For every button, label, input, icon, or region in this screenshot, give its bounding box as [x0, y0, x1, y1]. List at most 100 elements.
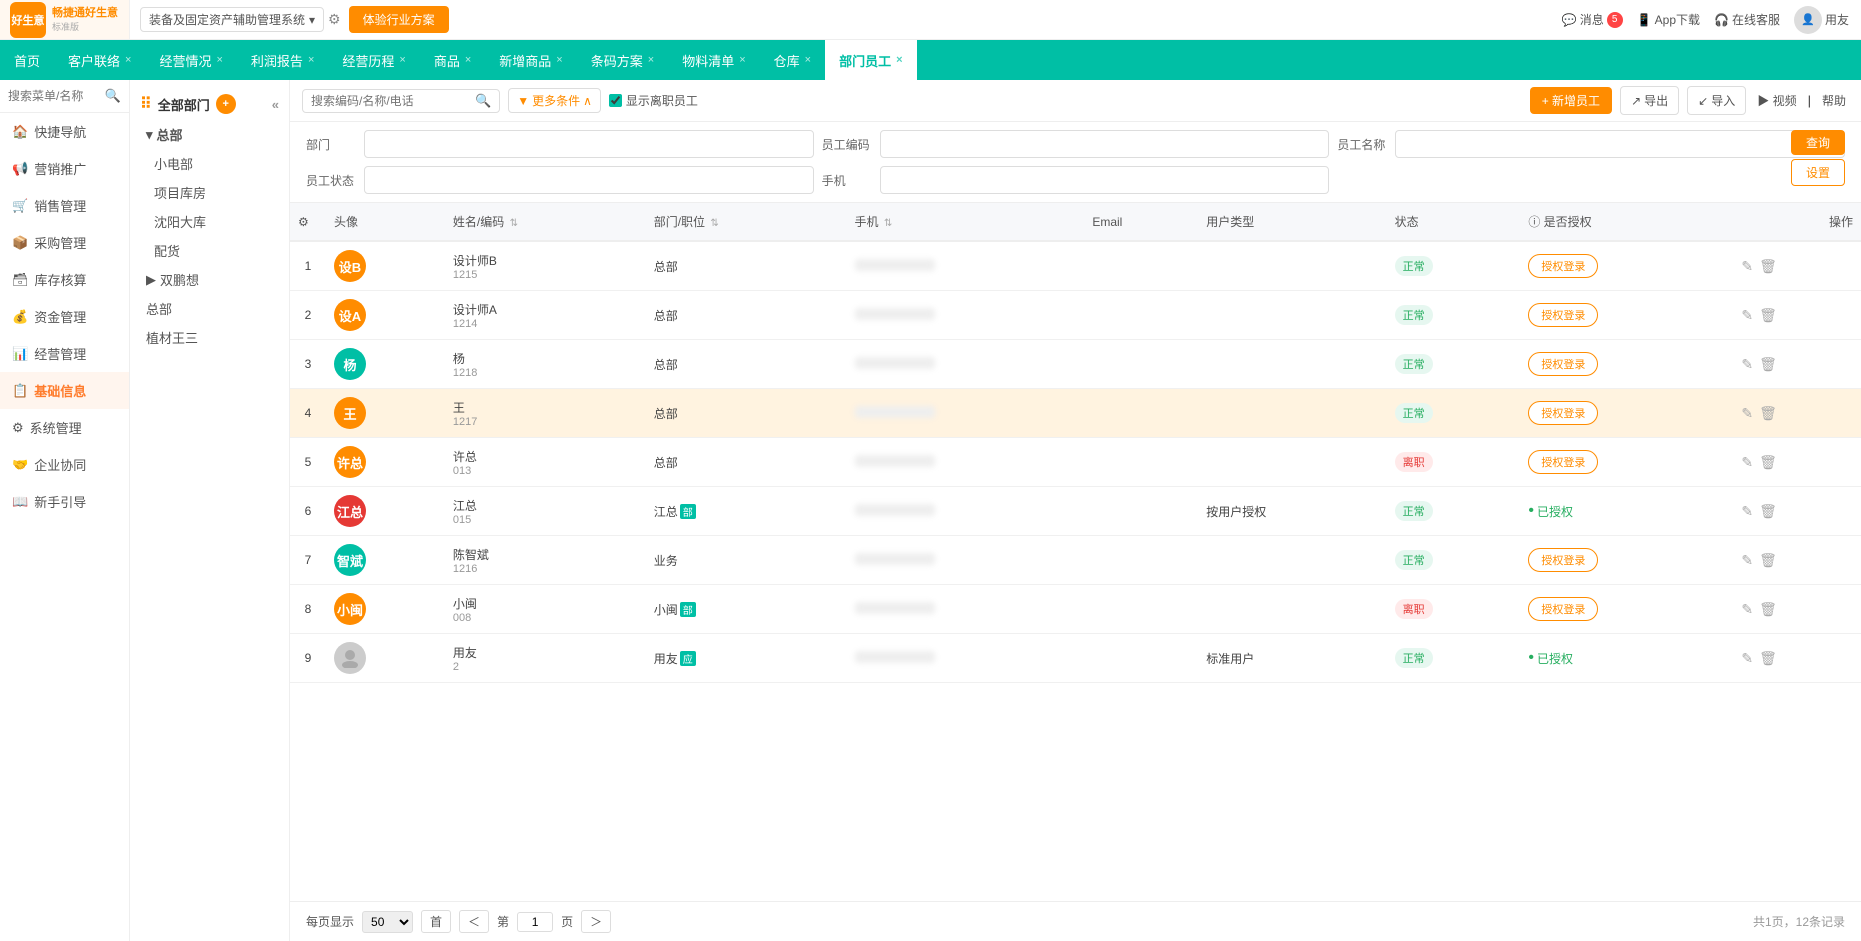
- user-avatar-area[interactable]: 👤 用友: [1794, 6, 1849, 34]
- set-button[interactable]: 设置: [1791, 159, 1845, 186]
- tab-customer[interactable]: 客户联络 ×: [54, 40, 145, 80]
- messages-button[interactable]: 💬 消息 5: [1562, 11, 1623, 28]
- col-dept-role[interactable]: 部门/职位 ⇅: [646, 203, 847, 241]
- more-filter-button[interactable]: ▼ 更多条件 ∧: [508, 88, 601, 113]
- online-support-button[interactable]: 🎧 在线客服: [1714, 11, 1780, 28]
- auth-login-button[interactable]: 授权登录: [1528, 597, 1598, 621]
- edit-icon[interactable]: ✎: [1741, 552, 1753, 569]
- auth-login-button[interactable]: 授权登录: [1528, 352, 1598, 376]
- sidebar-item-sales[interactable]: 🛒 销售管理: [0, 187, 129, 224]
- tree-node-zhucai[interactable]: 植材王三: [130, 323, 289, 352]
- tree-node-shuangpeng[interactable]: ▶ 双鹏想: [130, 265, 289, 294]
- app-download-button[interactable]: 📱 App下载: [1637, 11, 1700, 28]
- emp-status-select[interactable]: [364, 166, 814, 194]
- close-icon[interactable]: ×: [308, 54, 314, 66]
- edit-icon[interactable]: ✎: [1741, 650, 1753, 667]
- query-button[interactable]: 查询: [1791, 130, 1845, 155]
- tab-goods[interactable]: 商品 ×: [420, 40, 485, 80]
- col-settings[interactable]: ⚙: [290, 203, 326, 241]
- auth-login-button[interactable]: 授权登录: [1528, 254, 1598, 278]
- collapse-tree-button[interactable]: «: [272, 97, 279, 112]
- edit-icon[interactable]: ✎: [1741, 405, 1753, 422]
- tab-profit[interactable]: 利润报告 ×: [237, 40, 328, 80]
- sidebar-item-purchase[interactable]: 📦 采购管理: [0, 224, 129, 261]
- edit-icon[interactable]: ✎: [1741, 356, 1753, 373]
- tree-node-zongbu[interactable]: 总部: [130, 294, 289, 323]
- delete-icon[interactable]: 🗑: [1759, 552, 1777, 569]
- tree-node-shenyang[interactable]: 沈阳大库: [130, 207, 289, 236]
- emp-name-input[interactable]: [1395, 130, 1845, 158]
- view-button[interactable]: ▶ 视频: [1754, 89, 1799, 112]
- close-icon[interactable]: ×: [739, 54, 745, 66]
- tab-warehouse[interactable]: 仓库 ×: [760, 40, 825, 80]
- page-number-input[interactable]: [517, 912, 553, 932]
- close-icon[interactable]: ×: [216, 54, 222, 66]
- emp-code-input[interactable]: [880, 130, 1330, 158]
- sidebar-item-corp[interactable]: 🤝 企业协同: [0, 446, 129, 483]
- sidebar-item-quick-nav[interactable]: 🏠 快捷导航: [0, 113, 129, 150]
- tab-history[interactable]: 经营历程 ×: [328, 40, 419, 80]
- tree-node-root[interactable]: ▾ 总部: [130, 120, 289, 149]
- next-page-button[interactable]: ＞: [581, 910, 611, 933]
- auth-login-button[interactable]: 授权登录: [1528, 303, 1598, 327]
- sort-icon[interactable]: ⇅: [510, 218, 518, 229]
- delete-icon[interactable]: 🗑: [1759, 503, 1777, 520]
- delete-icon[interactable]: 🗑: [1759, 405, 1777, 422]
- auth-login-button[interactable]: 授权登录: [1528, 450, 1598, 474]
- add-employee-button[interactable]: + 新增员工: [1530, 87, 1612, 114]
- close-icon[interactable]: ×: [805, 54, 811, 66]
- search-input[interactable]: [311, 94, 471, 108]
- delete-icon[interactable]: 🗑: [1759, 650, 1777, 667]
- tree-node-xiaodian[interactable]: 小电部: [130, 149, 289, 178]
- tab-barcode[interactable]: 条码方案 ×: [577, 40, 668, 80]
- tab-staff[interactable]: 部门员工 ×: [825, 40, 916, 80]
- auth-login-button[interactable]: 授权登录: [1528, 548, 1598, 572]
- first-page-button[interactable]: 首: [421, 910, 451, 933]
- prev-page-button[interactable]: ＜: [459, 910, 489, 933]
- tab-business[interactable]: 经营情况 ×: [145, 40, 236, 80]
- sort-icon[interactable]: ⇅: [710, 218, 718, 229]
- sidebar-item-guide[interactable]: 📖 新手引导: [0, 483, 129, 520]
- close-icon[interactable]: ×: [399, 54, 405, 66]
- delete-icon[interactable]: 🗑: [1759, 356, 1777, 373]
- tree-node-peihu[interactable]: 配货: [130, 236, 289, 265]
- import-button[interactable]: ↙ 导入: [1687, 86, 1746, 115]
- sidebar-search-input[interactable]: [8, 89, 101, 103]
- system-selector[interactable]: 装备及固定资产辅助管理系统 ▾: [140, 7, 324, 32]
- sidebar-item-system[interactable]: ⚙ 系统管理: [0, 409, 129, 446]
- close-icon[interactable]: ×: [465, 54, 471, 66]
- auth-login-button[interactable]: 授权登录: [1528, 401, 1598, 425]
- sort-icon[interactable]: ⇅: [884, 218, 892, 229]
- close-icon[interactable]: ×: [896, 54, 902, 66]
- add-dept-button[interactable]: +: [216, 94, 236, 114]
- delete-icon[interactable]: 🗑: [1759, 454, 1777, 471]
- col-name-code[interactable]: 姓名/编码 ⇅: [445, 203, 646, 241]
- delete-icon[interactable]: 🗑: [1759, 601, 1777, 618]
- edit-icon[interactable]: ✎: [1741, 258, 1753, 275]
- edit-icon[interactable]: ✎: [1741, 503, 1753, 520]
- sidebar-item-basic[interactable]: 📋 基础信息: [0, 372, 129, 409]
- gear-icon[interactable]: ⚙: [328, 11, 341, 28]
- sidebar-item-operation[interactable]: 📊 经营管理: [0, 335, 129, 372]
- edit-icon[interactable]: ✎: [1741, 454, 1753, 471]
- tab-home[interactable]: 首页: [0, 40, 54, 80]
- close-icon[interactable]: ×: [648, 54, 654, 66]
- delete-icon[interactable]: 🗑: [1759, 307, 1777, 324]
- show-resigned-checkbox-wrap[interactable]: 显示离职员工: [609, 92, 698, 109]
- show-resigned-checkbox[interactable]: [609, 94, 622, 107]
- edit-icon[interactable]: ✎: [1741, 601, 1753, 618]
- help-button[interactable]: 帮助: [1819, 89, 1849, 112]
- col-phone[interactable]: 手机 ⇅: [847, 203, 1085, 241]
- dept-select[interactable]: [364, 130, 814, 158]
- tab-material[interactable]: 物料清单 ×: [668, 40, 759, 80]
- edit-icon[interactable]: ✎: [1741, 307, 1753, 324]
- export-button[interactable]: ↗ 导出: [1620, 86, 1679, 115]
- close-icon[interactable]: ×: [125, 54, 131, 66]
- tree-node-project[interactable]: 项目库房: [130, 178, 289, 207]
- sidebar-item-inventory[interactable]: 🗃 库存核算: [0, 261, 129, 298]
- trial-button[interactable]: 体验行业方案: [349, 6, 449, 33]
- sidebar-item-finance[interactable]: 💰 资金管理: [0, 298, 129, 335]
- per-page-select[interactable]: 50 100: [362, 911, 413, 933]
- tab-add-goods[interactable]: 新增商品 ×: [485, 40, 576, 80]
- sidebar-item-marketing[interactable]: 📢 营销推广: [0, 150, 129, 187]
